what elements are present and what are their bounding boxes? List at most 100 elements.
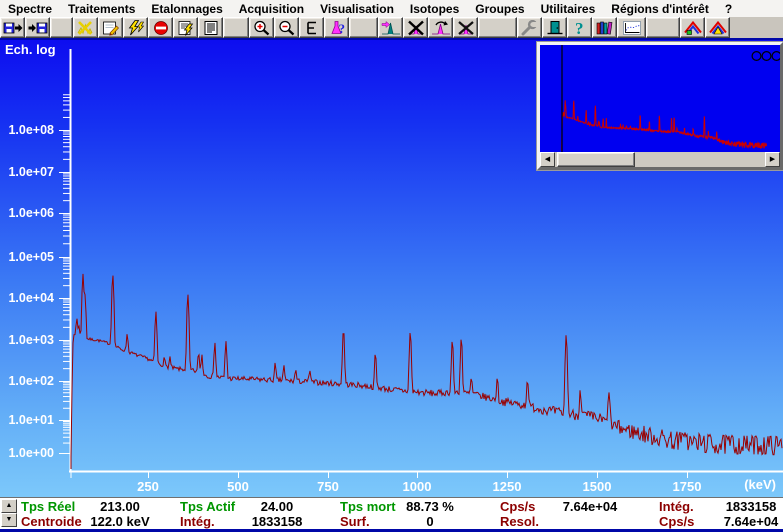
y-tick-label: 1.0e+02 <box>8 374 54 388</box>
energy-calibration-button[interactable] <box>680 17 705 38</box>
letter-e-icon <box>302 20 322 36</box>
spin-up-button[interactable]: ▲ <box>1 499 17 513</box>
roi-arrow-icon <box>431 20 451 36</box>
status-bar: ▲ ▼ Tps Réel213.00Tps Actif24.00Tps mort… <box>0 497 783 532</box>
toolbar-spacer <box>50 17 73 38</box>
flask-question-icon: ? <box>327 20 347 36</box>
overview-inset-window[interactable]: ◀ ▶ <box>537 42 783 170</box>
x-tick-label: 250 <box>137 479 159 494</box>
edit-sheet-icon <box>101 20 121 36</box>
nuclide-library-button[interactable] <box>592 17 617 38</box>
edit-setup-button[interactable] <box>98 17 123 38</box>
peak-delete-button[interactable] <box>403 17 428 38</box>
floppy-export-icon <box>3 20 23 36</box>
menu-etalonnages[interactable]: Etalonnages <box>143 1 230 17</box>
x-tick-label: 1750 <box>673 479 702 494</box>
energy-scale-button[interactable] <box>299 17 324 38</box>
peak-x-icon <box>406 20 426 36</box>
roi-x-icon <box>456 20 476 36</box>
menu-spectre[interactable]: Spectre <box>0 1 60 17</box>
stop-acquisition-button[interactable] <box>148 17 173 38</box>
document-lines-icon <box>201 20 221 36</box>
calib-b-icon <box>708 20 728 36</box>
status-value: 1833158 <box>661 499 783 514</box>
scroll-left-icon: ◀ <box>545 156 550 163</box>
menu-visualisation[interactable]: Visualisation <box>312 1 402 17</box>
identify-nuclide-button[interactable]: ? <box>324 17 349 38</box>
toolbar-spacer <box>478 17 517 38</box>
toolbar: ?? <box>0 17 783 40</box>
scroll-left-button[interactable]: ◀ <box>540 152 555 167</box>
clear-spectrum-button[interactable] <box>73 17 98 38</box>
acquisition-report-button[interactable] <box>173 17 198 38</box>
y-scale-label: Ech. log <box>5 42 56 57</box>
overview-background <box>540 45 780 152</box>
status-value: 0 <box>340 514 520 529</box>
wrench-icon <box>520 20 540 36</box>
sheet-lightning-icon <box>176 20 196 36</box>
spectrum-plot-area[interactable]: 1.0e+001.0e+011.0e+021.0e+031.0e+041.0e+… <box>0 40 783 497</box>
lightning-icon <box>126 20 146 36</box>
menu-aide[interactable]: ? <box>717 1 740 17</box>
y-tick-label: 1.0e+00 <box>8 446 54 460</box>
y-tick-label: 1.0e+04 <box>8 291 54 305</box>
toolbar-spacer <box>349 17 378 38</box>
spin-up-icon: ▲ <box>6 502 13 509</box>
status-spinner: ▲ ▼ <box>1 499 18 528</box>
menu-traitements[interactable]: Traitements <box>60 1 143 17</box>
toolbar-spacer <box>223 17 249 38</box>
spin-down-icon: ▼ <box>6 516 13 523</box>
x-tick-label: 1000 <box>403 479 432 494</box>
zoom-out-icon <box>277 20 297 36</box>
floppy-import-icon <box>28 20 48 36</box>
menu-acquisition[interactable]: Acquisition <box>231 1 312 17</box>
load-spectrum-button[interactable] <box>25 17 50 38</box>
help-button[interactable]: ? <box>567 17 592 38</box>
status-value <box>500 514 680 529</box>
door-icon <box>545 20 565 36</box>
status-value: 7.64e+04 <box>661 514 783 529</box>
svg-text:?: ? <box>575 20 584 36</box>
y-tick-label: 1.0e+03 <box>8 333 54 347</box>
report-list-button[interactable] <box>198 17 223 38</box>
efficiency-calibration-button[interactable] <box>705 17 730 38</box>
overview-scrollbar[interactable]: ◀ ▶ <box>540 152 780 167</box>
zoom-out-button[interactable] <box>274 17 299 38</box>
x-unit-label: (keV) <box>744 477 776 492</box>
y-tick-label: 1.0e+05 <box>8 250 54 264</box>
save-spectrum-button[interactable] <box>0 17 25 38</box>
y-tick-label: 1.0e+07 <box>8 165 54 179</box>
spectrum-trace <box>71 274 782 469</box>
menu-bar: SpectreTraitementsEtalonnagesAcquisition… <box>0 0 783 17</box>
question-icon: ? <box>570 20 590 36</box>
scrollbar-thumb[interactable] <box>557 152 635 167</box>
x-tick-label: 1250 <box>493 479 522 494</box>
books-icon <box>595 20 615 36</box>
status-value: 88.73 % <box>340 499 520 514</box>
curve-plot-button[interactable] <box>617 17 646 38</box>
status-value: 7.64e+04 <box>500 499 680 514</box>
zoom-in-button[interactable] <box>249 17 274 38</box>
spectroscopy-app-window: SpectreTraitementsEtalonnagesAcquisition… <box>0 0 783 532</box>
settings-button[interactable] <box>517 17 542 38</box>
menu-utilitaires[interactable]: Utilitaires <box>533 1 604 17</box>
spin-down-button[interactable]: ▼ <box>1 513 17 527</box>
peak-search-button[interactable] <box>378 17 403 38</box>
exit-button[interactable] <box>542 17 567 38</box>
scroll-right-button[interactable]: ▶ <box>765 152 780 167</box>
menu-isotopes[interactable]: Isotopes <box>402 1 467 17</box>
overview-spectrum-svg[interactable] <box>540 45 780 152</box>
y-tick-label: 1.0e+06 <box>8 206 54 220</box>
x-tick-label: 750 <box>317 479 339 494</box>
menu-groupes[interactable]: Groupes <box>467 1 532 17</box>
roi-insert-button[interactable] <box>428 17 453 38</box>
stop-sign-icon <box>151 20 171 36</box>
svg-text:?: ? <box>338 21 345 36</box>
start-acquisition-button[interactable] <box>123 17 148 38</box>
peak-arrow-icon <box>381 20 401 36</box>
y-tick-label: 1.0e+08 <box>8 123 54 137</box>
clear-x-icon <box>76 20 96 36</box>
menu-regions-d-interet[interactable]: Régions d'intérêt <box>603 1 717 17</box>
calib-a-icon <box>683 20 703 36</box>
roi-delete-button[interactable] <box>453 17 478 38</box>
